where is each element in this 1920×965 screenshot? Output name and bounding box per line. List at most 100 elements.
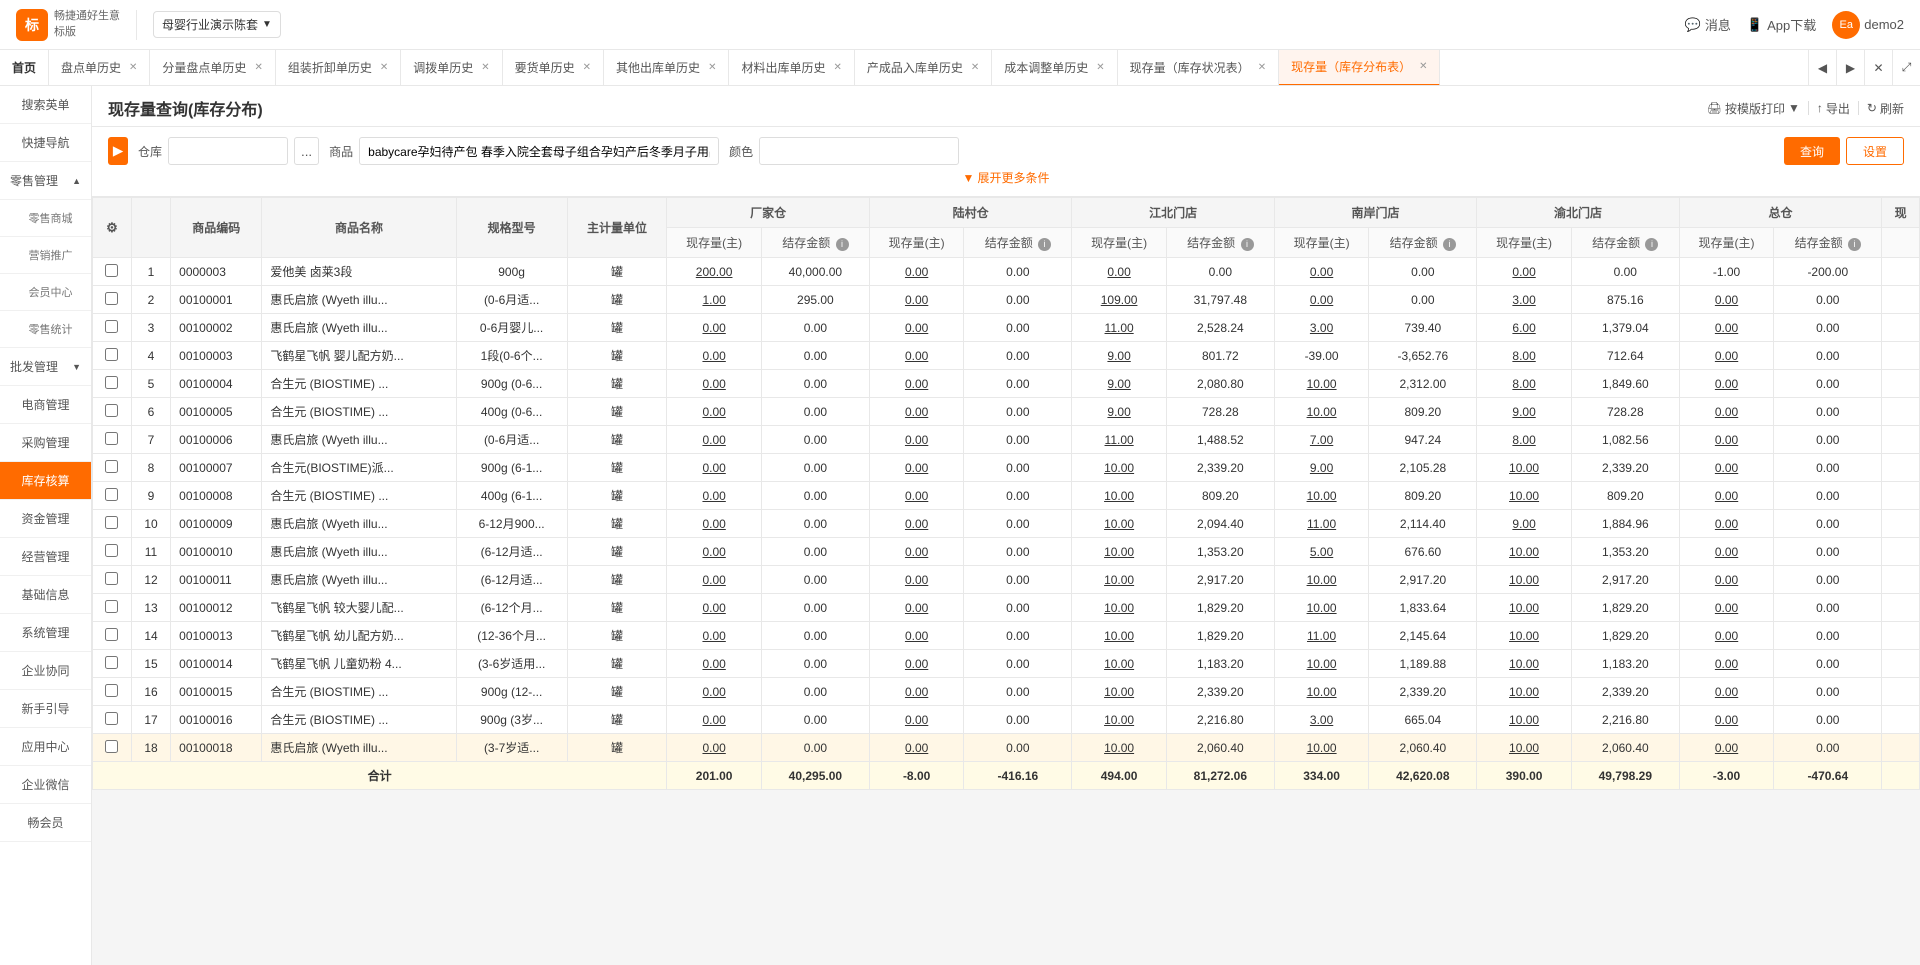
- close-icon[interactable]: ✕: [708, 62, 716, 73]
- tab-home[interactable]: 首页: [0, 50, 49, 86]
- row-select[interactable]: [93, 678, 132, 706]
- color-input[interactable]: [759, 137, 959, 165]
- row-total-qty[interactable]: 0.00: [1679, 706, 1774, 734]
- row-total-qty[interactable]: 0.00: [1679, 734, 1774, 762]
- sidebar-item-finance[interactable]: 资金管理: [0, 500, 91, 538]
- row-total-qty[interactable]: -1.00: [1679, 258, 1774, 286]
- row-jiangbei-qty[interactable]: 9.00: [1072, 370, 1167, 398]
- row-yubei-qty[interactable]: 8.00: [1477, 426, 1572, 454]
- row-nanai-qty[interactable]: 10.00: [1274, 398, 1369, 426]
- sidebar-item-member2[interactable]: 畅会员: [0, 804, 91, 842]
- nav-next-arrow[interactable]: ▶: [1836, 50, 1864, 86]
- row-jiangbei-qty[interactable]: 0.00: [1072, 258, 1167, 286]
- row-select[interactable]: [93, 566, 132, 594]
- row-nanai-qty[interactable]: 10.00: [1274, 594, 1369, 622]
- row-yubei-qty[interactable]: 10.00: [1477, 594, 1572, 622]
- row-select[interactable]: [93, 734, 132, 762]
- row-jiangbei-qty[interactable]: 10.00: [1072, 566, 1167, 594]
- row-land-qty[interactable]: 0.00: [869, 342, 964, 370]
- row-jiangbei-qty[interactable]: 9.00: [1072, 398, 1167, 426]
- row-land-qty[interactable]: 0.00: [869, 286, 964, 314]
- row-checkbox[interactable]: [105, 516, 118, 529]
- row-jiangbei-qty[interactable]: 10.00: [1072, 622, 1167, 650]
- row-checkbox[interactable]: [105, 684, 118, 697]
- row-nanai-qty[interactable]: 0.00: [1274, 258, 1369, 286]
- row-factory-qty[interactable]: 0.00: [667, 566, 762, 594]
- row-land-qty[interactable]: 0.00: [869, 678, 964, 706]
- info-icon[interactable]: i: [836, 238, 849, 251]
- expand-more-btn[interactable]: ▼ 展开更多条件: [108, 169, 1904, 186]
- row-nanai-qty[interactable]: 5.00: [1274, 538, 1369, 566]
- info-icon[interactable]: i: [1645, 238, 1658, 251]
- row-yubei-qty[interactable]: 9.00: [1477, 510, 1572, 538]
- row-nanai-qty[interactable]: 3.00: [1274, 706, 1369, 734]
- row-land-qty[interactable]: 0.00: [869, 370, 964, 398]
- sidebar-item-purchase[interactable]: 采购管理: [0, 424, 91, 462]
- close-icon[interactable]: ✕: [583, 62, 591, 73]
- row-nanai-qty[interactable]: 10.00: [1274, 678, 1369, 706]
- tab-chenben[interactable]: 成本调整单历史 ✕: [992, 50, 1117, 86]
- row-nanai-qty[interactable]: 11.00: [1274, 510, 1369, 538]
- row-jiangbei-qty[interactable]: 10.00: [1072, 454, 1167, 482]
- goods-input[interactable]: [359, 137, 719, 165]
- row-total-qty[interactable]: 0.00: [1679, 650, 1774, 678]
- info-icon[interactable]: i: [1443, 238, 1456, 251]
- row-factory-qty[interactable]: 0.00: [667, 538, 762, 566]
- row-checkbox[interactable]: [105, 320, 118, 333]
- row-yubei-qty[interactable]: 9.00: [1477, 398, 1572, 426]
- tab-cailiaochuK[interactable]: 材料出库单历史 ✕: [729, 50, 854, 86]
- message-btn[interactable]: 💬 消息: [1685, 15, 1731, 34]
- nav-prev-arrow[interactable]: ◀: [1808, 50, 1836, 86]
- row-nanai-qty[interactable]: 10.00: [1274, 650, 1369, 678]
- tab-qitachu[interactable]: 其他出库单历史 ✕: [604, 50, 729, 86]
- row-jiangbei-qty[interactable]: 10.00: [1072, 678, 1167, 706]
- row-jiangbei-qty[interactable]: 10.00: [1072, 482, 1167, 510]
- row-yubei-qty[interactable]: 10.00: [1477, 706, 1572, 734]
- row-total-qty[interactable]: 0.00: [1679, 538, 1774, 566]
- row-land-qty[interactable]: 0.00: [869, 258, 964, 286]
- row-select[interactable]: [93, 398, 132, 426]
- row-select[interactable]: [93, 426, 132, 454]
- row-select[interactable]: [93, 314, 132, 342]
- close-icon[interactable]: ✕: [481, 62, 489, 73]
- row-factory-qty[interactable]: 0.00: [667, 706, 762, 734]
- row-factory-qty[interactable]: 0.00: [667, 510, 762, 538]
- row-factory-qty[interactable]: 0.00: [667, 314, 762, 342]
- row-yubei-qty[interactable]: 10.00: [1477, 454, 1572, 482]
- sidebar-item-inventory[interactable]: 库存核算: [0, 462, 91, 500]
- tab-yaohuo[interactable]: 要货单历史 ✕: [503, 50, 604, 86]
- tab-xiancunliang1[interactable]: 现存量（库存状况表） ✕: [1118, 50, 1279, 86]
- row-checkbox[interactable]: [105, 404, 118, 417]
- close-icon[interactable]: ✕: [129, 62, 137, 73]
- row-checkbox[interactable]: [105, 264, 118, 277]
- row-nanai-qty[interactable]: 7.00: [1274, 426, 1369, 454]
- close-icon[interactable]: ✕: [380, 62, 388, 73]
- tab-diaobodanlishi[interactable]: 调拨单历史 ✕: [401, 50, 502, 86]
- row-select[interactable]: [93, 538, 132, 566]
- row-checkbox[interactable]: [105, 656, 118, 669]
- row-checkbox[interactable]: [105, 292, 118, 305]
- row-jiangbei-qty[interactable]: 9.00: [1072, 342, 1167, 370]
- row-yubei-qty[interactable]: 3.00: [1477, 286, 1572, 314]
- sidebar-item-quicknav[interactable]: 快捷导航: [0, 124, 91, 162]
- row-select[interactable]: [93, 706, 132, 734]
- row-select[interactable]: [93, 370, 132, 398]
- row-factory-qty[interactable]: 200.00: [667, 258, 762, 286]
- sidebar-item-system[interactable]: 系统管理: [0, 614, 91, 652]
- row-checkbox[interactable]: [105, 460, 118, 473]
- row-yubei-qty[interactable]: 10.00: [1477, 538, 1572, 566]
- close-icon[interactable]: ✕: [971, 62, 979, 73]
- row-total-qty[interactable]: 0.00: [1679, 426, 1774, 454]
- close-icon[interactable]: ✕: [833, 62, 841, 73]
- close-icon[interactable]: ✕: [1419, 61, 1427, 72]
- sidebar-item-enterprise[interactable]: 企业协同: [0, 652, 91, 690]
- row-land-qty[interactable]: 0.00: [869, 482, 964, 510]
- row-total-qty[interactable]: 0.00: [1679, 370, 1774, 398]
- tab-pandian[interactable]: 盘点单历史 ✕: [49, 50, 150, 86]
- row-jiangbei-qty[interactable]: 10.00: [1072, 510, 1167, 538]
- info-icon[interactable]: i: [1038, 238, 1051, 251]
- row-total-qty[interactable]: 0.00: [1679, 482, 1774, 510]
- row-factory-qty[interactable]: 0.00: [667, 650, 762, 678]
- company-dropdown[interactable]: 母婴行业演示陈套 ▼: [153, 11, 281, 38]
- row-jiangbei-qty[interactable]: 10.00: [1072, 734, 1167, 762]
